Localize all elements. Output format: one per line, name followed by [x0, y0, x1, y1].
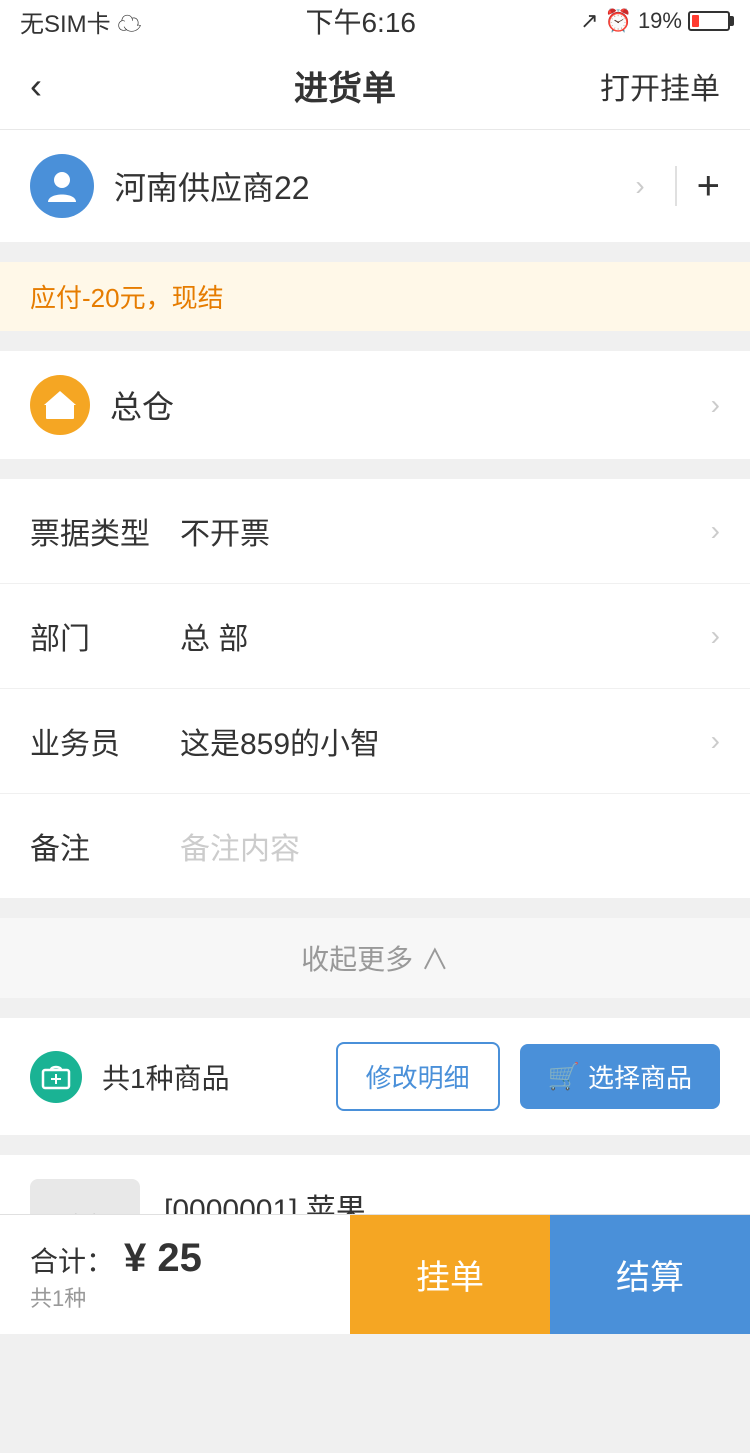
battery-icon — [688, 11, 730, 31]
warehouse-name: 总仓 — [110, 382, 711, 428]
invoice-type-label: 票据类型 — [30, 509, 180, 553]
remark-input[interactable]: 备注内容 — [180, 824, 720, 868]
warehouse-icon — [42, 387, 78, 423]
status-time: 下午6:16 — [305, 1, 416, 41]
status-left: 无SIM卡 ☁ — [20, 4, 141, 39]
divider — [675, 166, 677, 206]
cart-icon — [41, 1062, 71, 1092]
supplier-row[interactable]: 河南供应商22 › + — [0, 130, 750, 242]
products-header: 共1种商品 修改明细 🛒 选择商品 — [0, 1018, 750, 1135]
hang-button[interactable]: 挂单 — [350, 1215, 550, 1334]
nav-bar: ‹ 进货单 打开挂单 — [0, 42, 750, 130]
warehouse-icon-wrap — [30, 375, 90, 435]
carrier-text: 无SIM卡 ☁ — [20, 4, 141, 39]
select-product-button[interactable]: 🛒 选择商品 — [520, 1044, 720, 1109]
remark-label: 备注 — [30, 824, 180, 868]
alarm-icon: ⏰ — [605, 8, 632, 34]
department-value: 总 部 — [180, 614, 711, 658]
salesperson-label: 业务员 — [30, 719, 180, 763]
supplier-section: 河南供应商22 › + — [0, 130, 750, 242]
bottom-bar: 合计： ¥ 25 共1种 挂单 结算 — [0, 1214, 750, 1334]
page-title: 进货单 — [294, 61, 396, 110]
notice-banner: 应付-20元，现结 — [0, 262, 750, 331]
total-label: 合计： — [30, 1240, 114, 1280]
location-icon: ↗ — [580, 8, 598, 34]
collapse-label: 收起更多 ∧ — [301, 938, 449, 978]
department-arrow: › — [711, 620, 720, 652]
product-count-icon — [30, 1051, 82, 1103]
product-count-text: 共1种商品 — [102, 1057, 316, 1097]
warehouse-arrow-icon: › — [711, 389, 720, 421]
warehouse-row[interactable]: 总仓 › — [0, 351, 750, 459]
salesperson-row[interactable]: 业务员 这是859的小智 › — [0, 689, 750, 794]
total-section: 合计： ¥ 25 共1种 — [0, 1215, 350, 1334]
total-count: 共1种 — [30, 1281, 320, 1313]
checkout-button[interactable]: 结算 — [550, 1215, 750, 1334]
salesperson-arrow: › — [711, 725, 720, 757]
open-pending-button[interactable]: 打开挂单 — [600, 64, 720, 108]
department-label: 部门 — [30, 614, 180, 658]
add-supplier-button[interactable]: + — [697, 164, 720, 209]
form-section: 票据类型 不开票 › 部门 总 部 › 业务员 这是859的小智 › 备注 备注… — [0, 479, 750, 898]
supplier-avatar — [30, 154, 94, 218]
remark-row[interactable]: 备注 备注内容 — [0, 794, 750, 898]
salesperson-value: 这是859的小智 — [180, 719, 711, 763]
total-amount: ¥ 25 — [124, 1236, 202, 1281]
select-product-icon: 🛒 — [548, 1061, 580, 1092]
invoice-type-value: 不开票 — [180, 509, 711, 553]
modify-detail-button[interactable]: 修改明细 — [336, 1042, 500, 1111]
status-bar: 无SIM卡 ☁ 下午6:16 ↗ ⏰ 19% — [0, 0, 750, 42]
supplier-arrow-icon: › — [635, 170, 644, 202]
status-right: ↗ ⏰ 19% — [580, 8, 730, 34]
bottom-spacer — [0, 1313, 750, 1453]
battery-text: 19% — [638, 8, 682, 34]
supplier-name: 河南供应商22 — [114, 163, 635, 209]
invoice-type-arrow: › — [711, 515, 720, 547]
select-product-label: 选择商品 — [588, 1058, 692, 1095]
person-icon — [44, 168, 80, 204]
invoice-type-row[interactable]: 票据类型 不开票 › — [0, 479, 750, 584]
department-row[interactable]: 部门 总 部 › — [0, 584, 750, 689]
collapse-bar[interactable]: 收起更多 ∧ — [0, 918, 750, 998]
back-button[interactable]: ‹ — [30, 65, 90, 107]
